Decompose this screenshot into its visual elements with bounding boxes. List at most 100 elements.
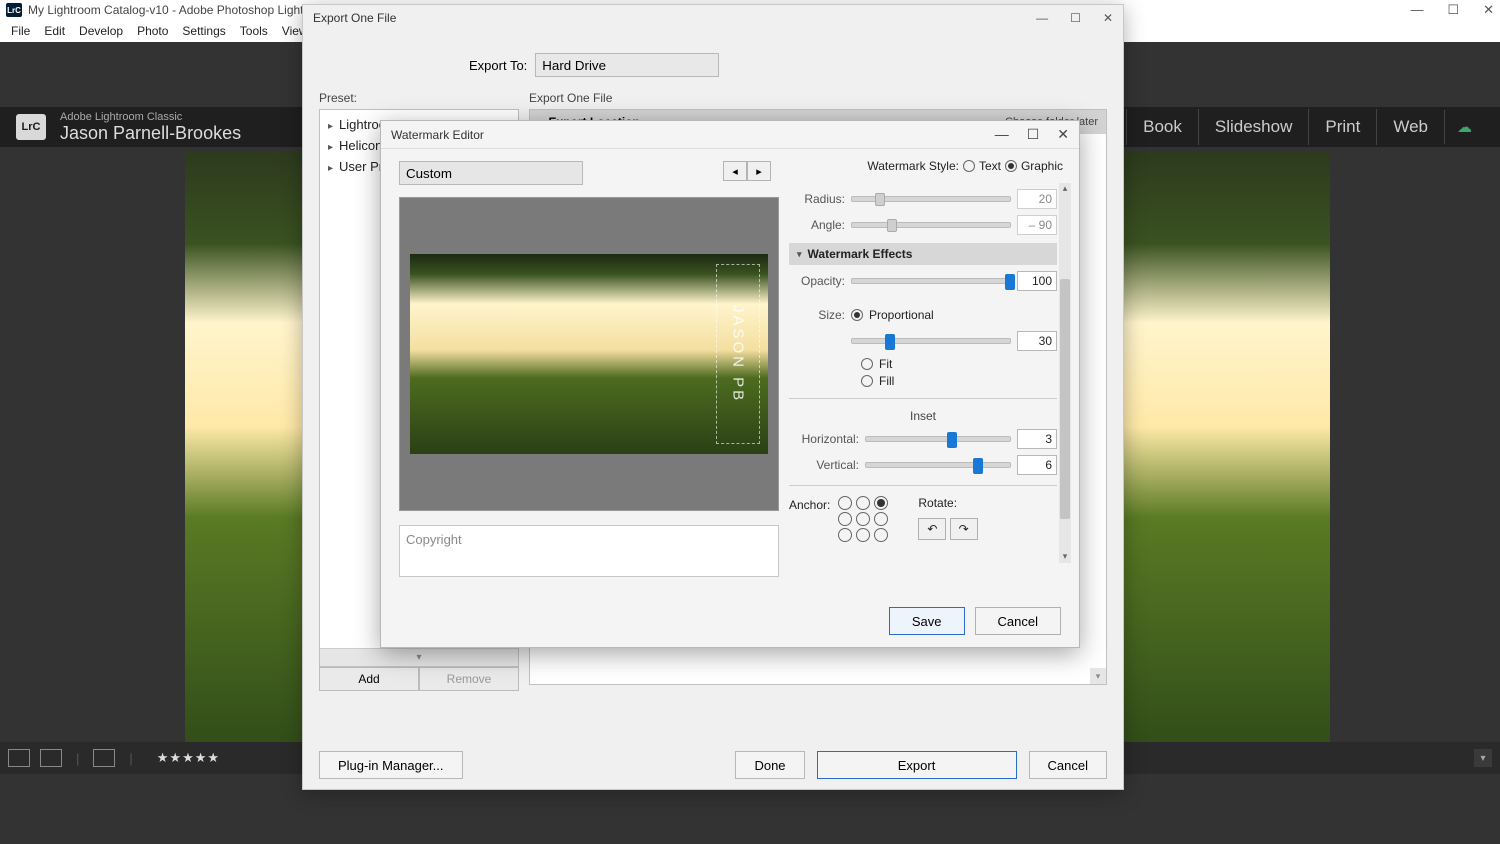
module-book[interactable]: Book: [1126, 109, 1198, 145]
inset-label: Inset: [789, 409, 1057, 423]
watermark-preview: JASON PB: [399, 197, 779, 511]
vertical-label: Vertical:: [789, 458, 859, 472]
menu-photo[interactable]: Photo: [130, 21, 175, 41]
cloud-sync-icon[interactable]: ☁: [1444, 110, 1484, 144]
window-maximize-icon[interactable]: ☐: [1447, 2, 1459, 18]
scroll-down-icon[interactable]: ▾: [1059, 551, 1071, 563]
vertical-value[interactable]: 6: [1017, 455, 1057, 475]
size-fit-radio[interactable]: [861, 358, 873, 370]
watermark-text: JASON PB: [730, 305, 747, 403]
menu-develop[interactable]: Develop: [72, 21, 130, 41]
export-maximize-icon[interactable]: ☐: [1070, 11, 1081, 25]
anchor-tr[interactable]: [874, 496, 888, 510]
size-slider[interactable]: [851, 338, 1011, 344]
watermark-effects-section[interactable]: ▾ Watermark Effects: [789, 243, 1057, 265]
copyright-textarea[interactable]: Copyright: [399, 525, 779, 577]
anchor-mc[interactable]: [856, 512, 870, 526]
anchor-bc[interactable]: [856, 528, 870, 542]
rotate-cw-button[interactable]: ↷: [950, 518, 978, 540]
style-graphic-label: Graphic: [1021, 159, 1063, 173]
vertical-slider[interactable]: [865, 462, 1011, 468]
preset-scroll-down-icon[interactable]: ▾: [320, 648, 518, 666]
wm-scrollbar[interactable]: ▴ ▾: [1059, 183, 1071, 563]
export-titlebar: Export One File — ☐ ✕: [303, 5, 1123, 31]
watermark-style-label: Watermark Style:: [867, 159, 959, 173]
anchor-tc[interactable]: [856, 496, 870, 510]
settings-label: Export One File: [529, 91, 1107, 105]
size-value[interactable]: 30: [1017, 331, 1057, 351]
preset-add-button[interactable]: Add: [319, 667, 419, 691]
export-close-icon[interactable]: ✕: [1103, 11, 1113, 25]
radius-value[interactable]: 20: [1017, 189, 1057, 209]
horizontal-value[interactable]: 3: [1017, 429, 1057, 449]
rating-stars[interactable]: ★★★★★: [157, 750, 220, 766]
horizontal-label: Horizontal:: [789, 432, 859, 446]
radius-slider[interactable]: [851, 196, 1011, 202]
anchor-br[interactable]: [874, 528, 888, 542]
scroll-thumb[interactable]: [1060, 279, 1070, 519]
scroll-up-icon[interactable]: ▴: [1059, 183, 1071, 195]
horizontal-slider[interactable]: [865, 436, 1011, 442]
watermark-editor-dialog: Watermark Editor — ☐ ✕ Custom ◂ ▸ JASON …: [380, 120, 1080, 648]
size-label: Size:: [789, 308, 845, 322]
watermark-save-button[interactable]: Save: [889, 607, 965, 635]
anchor-ml[interactable]: [838, 512, 852, 526]
view-survey-icon[interactable]: [93, 749, 115, 767]
toolbar-separator-2: |: [129, 751, 132, 766]
export-title: Export One File: [313, 11, 396, 25]
angle-value[interactable]: – 90: [1017, 215, 1057, 235]
anchor-mr[interactable]: [874, 512, 888, 526]
watermark-title: Watermark Editor: [391, 128, 484, 142]
export-button[interactable]: Export: [817, 751, 1017, 779]
preset-label: Preset:: [319, 91, 519, 105]
anchor-tl[interactable]: [838, 496, 852, 510]
filmstrip-options-icon[interactable]: ▾: [1474, 749, 1492, 767]
watermark-settings-panel: ▴ ▾ Radius: 20 Angle: – 90 ▾ Watermark E…: [789, 183, 1071, 563]
wm-minimize-icon[interactable]: —: [995, 126, 1009, 143]
settings-scroll-down-icon[interactable]: ▾: [1090, 668, 1106, 684]
view-compare-icon[interactable]: [40, 749, 62, 767]
window-minimize-icon[interactable]: —: [1410, 2, 1423, 18]
size-fill-radio[interactable]: [861, 375, 873, 387]
plugin-manager-button[interactable]: Plug-in Manager...: [319, 751, 463, 779]
menu-settings[interactable]: Settings: [175, 21, 232, 41]
window-title: My Lightroom Catalog-v10 - Adobe Photosh…: [28, 3, 321, 17]
angle-label: Angle:: [789, 218, 845, 232]
module-print[interactable]: Print: [1308, 109, 1376, 145]
opacity-value[interactable]: 100: [1017, 271, 1057, 291]
style-graphic-radio[interactable]: [1005, 160, 1017, 172]
watermark-preset-select[interactable]: Custom: [399, 161, 583, 185]
style-text-radio[interactable]: [963, 160, 975, 172]
export-to-select[interactable]: Hard Drive: [535, 53, 719, 77]
view-grid-icon[interactable]: [8, 749, 30, 767]
anchor-bl[interactable]: [838, 528, 852, 542]
prev-image-button[interactable]: ◂: [723, 161, 747, 181]
export-cancel-button[interactable]: Cancel: [1029, 751, 1107, 779]
watermark-overlay[interactable]: JASON PB: [716, 264, 760, 444]
menu-file[interactable]: File: [4, 21, 37, 41]
separator: [789, 398, 1057, 399]
toolbar-separator: |: [76, 751, 79, 766]
rotate-ccw-button[interactable]: ↶: [918, 518, 946, 540]
module-slideshow[interactable]: Slideshow: [1198, 109, 1309, 145]
done-button[interactable]: Done: [735, 751, 804, 779]
wm-maximize-icon[interactable]: ☐: [1027, 126, 1040, 143]
separator-2: [789, 485, 1057, 486]
wm-close-icon[interactable]: ✕: [1057, 126, 1069, 143]
window-close-icon[interactable]: ✕: [1483, 2, 1494, 18]
export-to-label: Export To:: [469, 58, 527, 73]
watermark-cancel-button[interactable]: Cancel: [975, 607, 1061, 635]
preview-image: JASON PB: [410, 254, 768, 454]
menu-edit[interactable]: Edit: [37, 21, 72, 41]
module-web[interactable]: Web: [1376, 109, 1444, 145]
export-minimize-icon[interactable]: —: [1036, 11, 1048, 25]
menu-tools[interactable]: Tools: [233, 21, 275, 41]
style-text-label: Text: [979, 159, 1001, 173]
watermark-titlebar: Watermark Editor — ☐ ✕: [381, 121, 1079, 149]
lrc-icon: LrC: [6, 3, 22, 17]
angle-slider[interactable]: [851, 222, 1011, 228]
size-proportional-radio[interactable]: [851, 309, 863, 321]
next-image-button[interactable]: ▸: [747, 161, 771, 181]
preset-remove-button: Remove: [419, 667, 519, 691]
opacity-slider[interactable]: [851, 278, 1011, 284]
